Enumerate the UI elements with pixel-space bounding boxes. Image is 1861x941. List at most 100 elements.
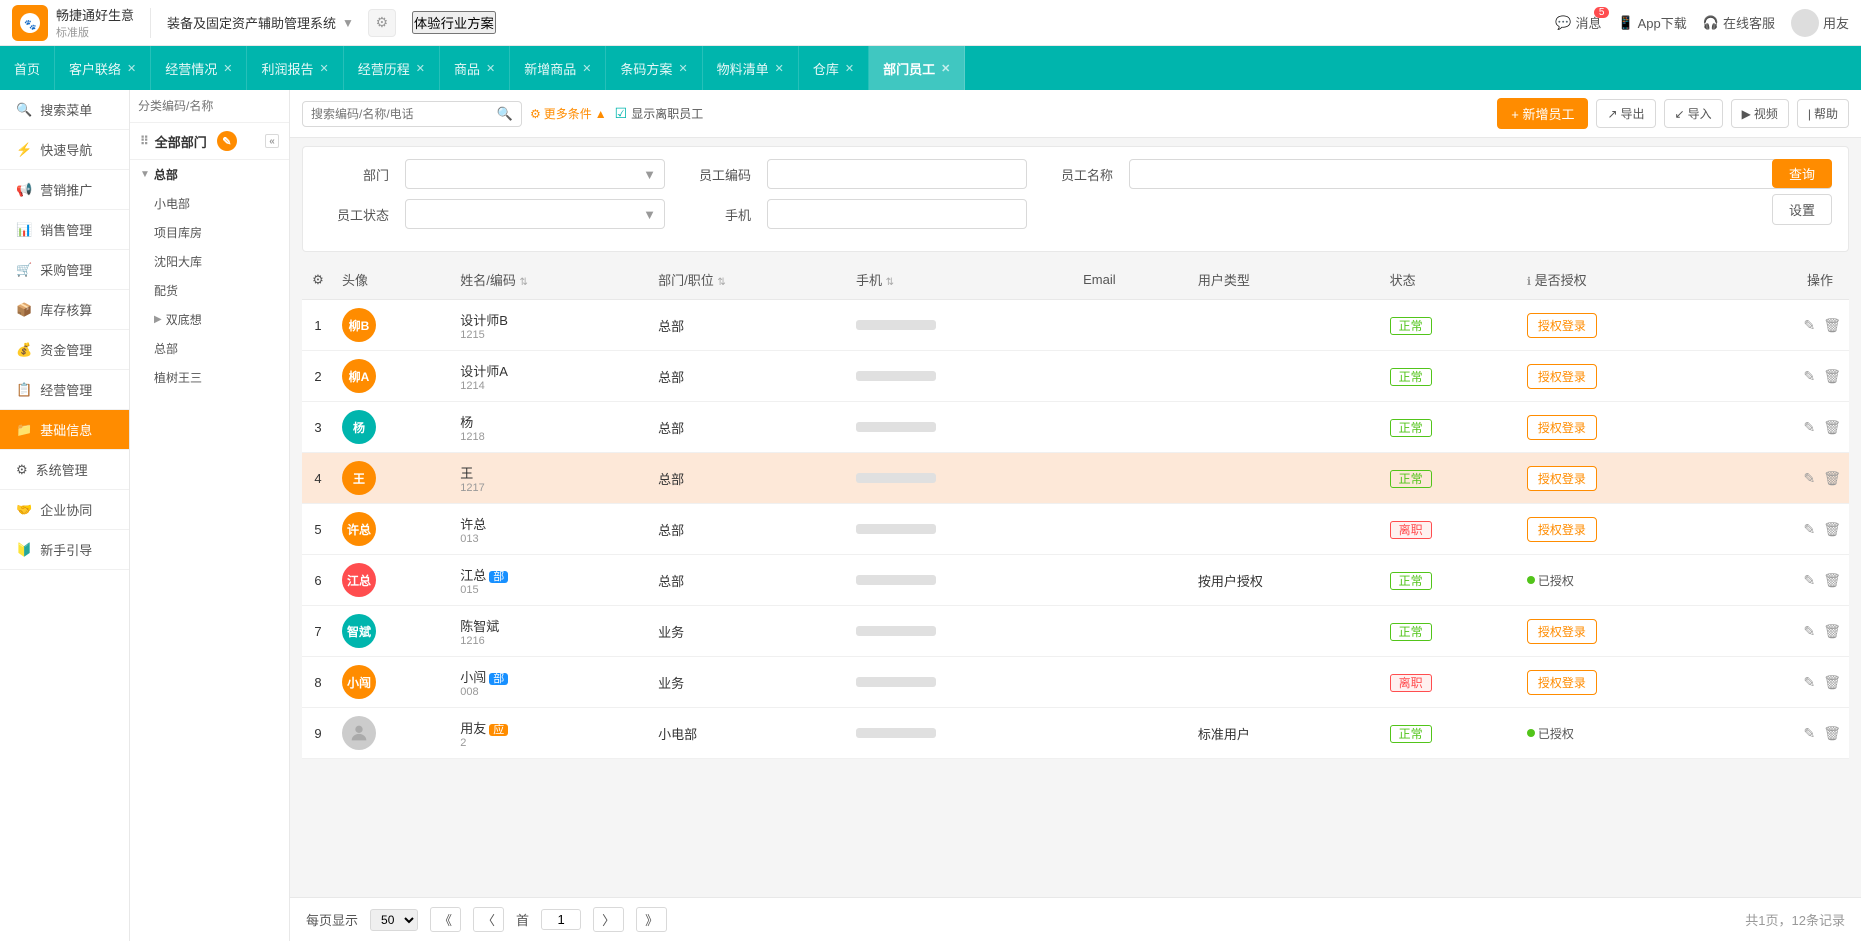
experience-btn[interactable]: 体验行业方案 bbox=[412, 11, 496, 34]
delete-icon[interactable]: 🗑 bbox=[1823, 368, 1841, 385]
show-resign-toggle[interactable]: ☑ 显示离职员工 bbox=[615, 105, 704, 122]
tab-employee[interactable]: 部门员工✕ bbox=[869, 46, 965, 90]
tab-profit[interactable]: 利润报告✕ bbox=[247, 46, 343, 90]
tree-all-dept[interactable]: ⠿ 全部部门 ✎ « bbox=[130, 123, 289, 160]
tab-customer[interactable]: 客户联络✕ bbox=[55, 46, 151, 90]
sidebar-item-finance[interactable]: 💰 资金管理 bbox=[0, 330, 129, 370]
delete-icon[interactable]: 🗑 bbox=[1823, 623, 1841, 640]
sidebar-item-inventory[interactable]: 📦 库存核算 bbox=[0, 290, 129, 330]
dropdown-arrow[interactable]: ▼ bbox=[342, 16, 354, 30]
th-phone[interactable]: 手机 ⇅ bbox=[848, 260, 1075, 300]
th-name[interactable]: 姓名/编码 ⇅ bbox=[452, 260, 650, 300]
edit-icon[interactable]: ✎ bbox=[1803, 674, 1815, 691]
delete-icon[interactable]: 🗑 bbox=[1823, 419, 1841, 436]
first-page-btn[interactable]: 《 bbox=[430, 907, 461, 932]
tree-node-xiangmu[interactable]: 项目库房 bbox=[130, 218, 289, 247]
close-icon[interactable]: ✕ bbox=[678, 62, 687, 75]
tree-node-zongbu[interactable]: 总部 bbox=[130, 334, 289, 363]
page-input[interactable] bbox=[541, 909, 581, 930]
delete-icon[interactable]: 🗑 bbox=[1823, 470, 1841, 487]
delete-icon[interactable]: 🗑 bbox=[1823, 317, 1841, 334]
tab-warehouse[interactable]: 仓库✕ bbox=[799, 46, 869, 90]
online-service-btn[interactable]: 🎧 在线客服 bbox=[1703, 13, 1775, 32]
export-btn[interactable]: ↗ 导出 bbox=[1596, 99, 1655, 128]
close-icon[interactable]: ✕ bbox=[775, 62, 784, 75]
sidebar-item-marketing[interactable]: 📢 营销推广 bbox=[0, 170, 129, 210]
close-icon[interactable]: ✕ bbox=[486, 62, 495, 75]
close-icon[interactable]: ✕ bbox=[845, 62, 854, 75]
search-input[interactable] bbox=[311, 107, 493, 121]
edit-icon[interactable]: ✎ bbox=[1803, 623, 1815, 640]
edit-icon[interactable]: ✎ bbox=[1803, 470, 1815, 487]
page-size-select[interactable]: 50 bbox=[370, 909, 418, 931]
tab-goods[interactable]: 商品✕ bbox=[440, 46, 510, 90]
sidebar-item-basicinfo[interactable]: 📁 基础信息 bbox=[0, 410, 129, 450]
auth-btn[interactable]: 授权登录 bbox=[1527, 415, 1597, 440]
tab-add-goods[interactable]: 新增商品✕ bbox=[510, 46, 606, 90]
emp-code-input[interactable] bbox=[767, 159, 1027, 189]
sidebar-item-operations[interactable]: 📋 经营管理 bbox=[0, 370, 129, 410]
close-icon[interactable]: ✕ bbox=[582, 62, 591, 75]
tab-home[interactable]: 首页 bbox=[0, 46, 55, 90]
delete-icon[interactable]: 🗑 bbox=[1823, 572, 1841, 589]
next-page-btn[interactable]: 〉 bbox=[593, 907, 624, 932]
tab-business[interactable]: 经营情况✕ bbox=[151, 46, 247, 90]
query-btn[interactable]: 查询 bbox=[1772, 159, 1832, 188]
th-dept[interactable]: 部门/职位 ⇅ bbox=[650, 260, 848, 300]
edit-icon[interactable]: ✎ bbox=[1803, 419, 1815, 436]
tab-history[interactable]: 经营历程✕ bbox=[344, 46, 440, 90]
sidebar-item-guide[interactable]: 🔰 新手引导 bbox=[0, 530, 129, 570]
edit-icon[interactable]: ✎ bbox=[1803, 368, 1815, 385]
view-btn[interactable]: ▶ 视频 bbox=[1731, 99, 1789, 128]
tree-node-shuang[interactable]: ▶ 双底想 bbox=[130, 305, 289, 334]
tree-node-headquarters-parent[interactable]: ▼ 总部 bbox=[130, 160, 289, 189]
search-submit-icon[interactable]: 🔍 bbox=[497, 106, 513, 122]
tree-node-zhishu[interactable]: 植树王三 bbox=[130, 363, 289, 392]
help-btn[interactable]: | 帮助 bbox=[1797, 99, 1849, 128]
sidebar-search[interactable]: 🔍 搜索菜单 bbox=[0, 90, 129, 130]
user-menu[interactable]: 用友 bbox=[1791, 9, 1849, 37]
emp-name-input[interactable] bbox=[1129, 159, 1832, 189]
close-icon[interactable]: ✕ bbox=[941, 62, 950, 75]
edit-icon[interactable]: ✎ bbox=[217, 131, 237, 151]
sidebar-item-collab[interactable]: 🤝 企业协同 bbox=[0, 490, 129, 530]
edit-icon[interactable]: ✎ bbox=[1803, 521, 1815, 538]
close-icon[interactable]: ✕ bbox=[320, 62, 329, 75]
sidebar-item-quicknav[interactable]: ⚡ 快速导航 bbox=[0, 130, 129, 170]
auth-btn[interactable]: 授权登录 bbox=[1527, 517, 1597, 542]
tree-node-peihuo[interactable]: 配货 bbox=[130, 276, 289, 305]
prev-page-btn[interactable]: 〈 bbox=[473, 907, 504, 932]
sidebar-item-sales[interactable]: 📊 销售管理 bbox=[0, 210, 129, 250]
sidebar-item-purchase[interactable]: 🛒 采购管理 bbox=[0, 250, 129, 290]
sidebar-item-system[interactable]: ⚙ 系统管理 bbox=[0, 450, 129, 490]
auth-btn[interactable]: 授权登录 bbox=[1527, 670, 1597, 695]
add-employee-btn[interactable]: + 新增员工 bbox=[1497, 98, 1588, 129]
close-icon[interactable]: ✕ bbox=[127, 62, 136, 75]
delete-icon[interactable]: 🗑 bbox=[1823, 521, 1841, 538]
collapse-btn[interactable]: « bbox=[265, 134, 279, 148]
delete-icon[interactable]: 🗑 bbox=[1823, 725, 1841, 742]
message-btn[interactable]: 💬 消息 5 bbox=[1555, 13, 1601, 32]
auth-btn[interactable]: 授权登录 bbox=[1527, 619, 1597, 644]
tree-search-input[interactable] bbox=[138, 99, 290, 113]
auth-btn[interactable]: 授权登录 bbox=[1527, 466, 1597, 491]
th-settings[interactable]: ⚙ bbox=[302, 260, 334, 300]
tab-bom[interactable]: 物料清单✕ bbox=[703, 46, 799, 90]
edit-icon[interactable]: ✎ bbox=[1803, 317, 1815, 334]
delete-icon[interactable]: 🗑 bbox=[1823, 674, 1841, 691]
auth-btn[interactable]: 授权登录 bbox=[1527, 313, 1597, 338]
tree-node-xiaodibu[interactable]: 小电部 bbox=[130, 189, 289, 218]
last-page-btn[interactable]: 》 bbox=[636, 907, 667, 932]
more-filter-btn[interactable]: ⚙ 更多条件 ▲ bbox=[530, 105, 607, 122]
edit-icon[interactable]: ✎ bbox=[1803, 572, 1815, 589]
tree-node-shenyang[interactable]: 沈阳大库 bbox=[130, 247, 289, 276]
reset-btn[interactable]: 设置 bbox=[1772, 194, 1832, 225]
app-download-btn[interactable]: 📱 App下载 bbox=[1617, 13, 1686, 32]
close-icon[interactable]: ✕ bbox=[416, 62, 425, 75]
auth-btn[interactable]: 授权登录 bbox=[1527, 364, 1597, 389]
import-btn[interactable]: ↙ 导入 bbox=[1664, 99, 1723, 128]
emp-status-select[interactable]: ▼ bbox=[405, 199, 665, 229]
dept-select[interactable]: ▼ bbox=[405, 159, 665, 189]
edit-icon[interactable]: ✎ bbox=[1803, 725, 1815, 742]
phone-input[interactable] bbox=[767, 199, 1027, 229]
